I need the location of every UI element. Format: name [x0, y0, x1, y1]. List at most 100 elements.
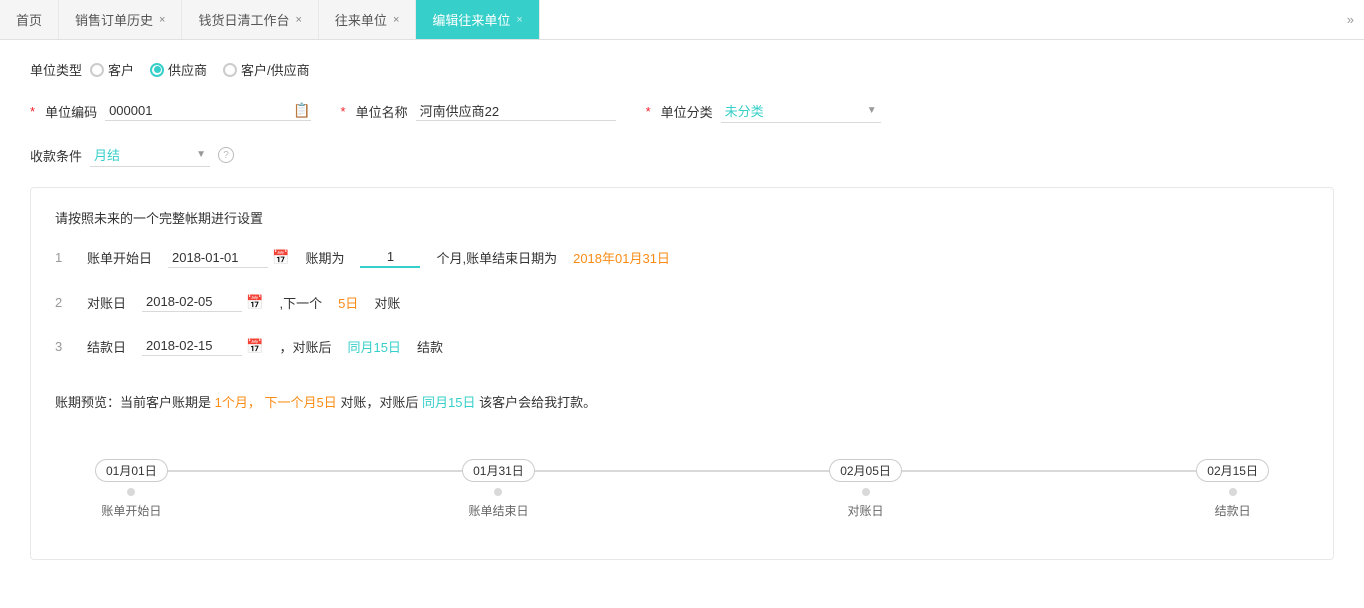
unit-name-label: 单位名称 [356, 102, 408, 121]
radio-circle-customer [90, 63, 104, 77]
tab-cash-ledger[interactable]: 钱货日清工作台 × [182, 0, 318, 39]
radio-label-both: 客户/供应商 [241, 60, 310, 79]
unit-class-value: 未分类 [725, 101, 863, 120]
preview-prefix: 账期预览：当前客户账期是 [55, 395, 211, 410]
setting-row-1: 1 账单开始日 📅 账期为 个月,账单结束日期为 2018年01月31日 [55, 247, 1309, 268]
date-input-2[interactable] [142, 292, 242, 312]
help-icon[interactable]: ? [218, 147, 234, 163]
timeline-points: 01月01日 账单开始日 01月31日 账单结束日 02月05日 对账日 02月… [95, 459, 1269, 519]
payment-label: 收款条件 [30, 146, 82, 165]
point-badge-2: 02月05日 [829, 459, 902, 482]
card-section: 请按照未来的一个完整帐期进行设置 1 账单开始日 📅 账期为 个月,账单结束日期… [30, 187, 1334, 560]
row-num-3: 3 [55, 339, 71, 354]
radio-label-customer: 客户 [108, 60, 134, 79]
row-label-3: 结款日 [87, 337, 126, 356]
unit-type-radio-group: 客户 供应商 客户/供应商 [90, 60, 310, 79]
unit-code-label: 单位编码 [45, 102, 97, 121]
payment-field: 收款条件 月结 ▼ ? [30, 143, 234, 167]
unit-type-row: 单位类型 客户 供应商 客户/供应商 [30, 60, 1334, 79]
tab-close-counterpart[interactable]: × [393, 14, 399, 26]
tab-counterpart[interactable]: 往来单位 × [319, 0, 416, 39]
unit-type-field: 单位类型 客户 供应商 客户/供应商 [30, 60, 310, 79]
unit-name-star: * [341, 104, 346, 119]
point-dot-0 [127, 488, 135, 496]
point-dot-3 [1229, 488, 1237, 496]
tab-close-sales-history[interactable]: × [159, 14, 165, 26]
calendar-icon-2[interactable]: 📅 [246, 294, 263, 311]
point-dot-1 [494, 488, 502, 496]
radio-circle-both [223, 63, 237, 77]
tab-close-edit-counterpart[interactable]: × [516, 14, 522, 26]
unit-code-star: * [30, 104, 35, 119]
unit-code-input-wrap: 📋 [105, 101, 310, 121]
date-input-wrap-1: 📅 [168, 248, 289, 268]
row-num-2: 2 [55, 295, 71, 310]
page-content: 单位类型 客户 供应商 客户/供应商 * 单位编码 [0, 40, 1364, 608]
preview-part2: 下一个月5日 [265, 395, 337, 410]
radio-both[interactable]: 客户/供应商 [223, 60, 310, 79]
tab-home[interactable]: 首页 [0, 0, 59, 39]
preview-text: 账期预览：当前客户账期是 1个月， 下一个月5日 对账，对账后 同月15日 该客… [55, 380, 1309, 431]
calendar-icon-3[interactable]: 📅 [246, 338, 263, 355]
unit-name-field: * 单位名称 [341, 101, 616, 121]
unit-code-copy-icon[interactable]: 📋 [293, 102, 310, 119]
chevron-down-icon: ▼ [867, 105, 877, 116]
radio-label-supplier: 供应商 [168, 60, 207, 79]
radio-circle-supplier [150, 63, 164, 77]
point-badge-0: 01月01日 [95, 459, 168, 482]
date-highlight-3: 同月15日 [347, 337, 400, 356]
setting-row-2: 2 对账日 📅 ,下一个 5日 对账 [55, 292, 1309, 312]
preview-suffix: 该客户会给我打款。 [479, 395, 596, 410]
payment-row: 收款条件 月结 ▼ ? [30, 143, 1334, 167]
unit-code-input[interactable] [105, 101, 289, 120]
point-badge-3: 02月15日 [1196, 459, 1269, 482]
timeline-point-2: 02月05日 对账日 [829, 459, 902, 519]
tab-close-cash-ledger[interactable]: × [295, 14, 301, 26]
unit-class-field: * 单位分类 未分类 ▼ [646, 99, 881, 123]
suffix-after-1: 个月,账单结束日期为 [436, 248, 557, 267]
date-input-wrap-3: 📅 [142, 336, 263, 356]
preview-middle: 对账，对账后 [340, 395, 418, 410]
date-input-3[interactable] [142, 336, 242, 356]
tabs-bar: 首页 销售订单历史 × 钱货日清工作台 × 往来单位 × 编辑往来单位 × » [0, 0, 1364, 40]
tabs-more-button[interactable]: » [1337, 0, 1364, 39]
unit-class-label: 单位分类 [661, 102, 713, 121]
row-num-1: 1 [55, 250, 71, 265]
point-dot-2 [862, 488, 870, 496]
point-label-2: 对账日 [848, 502, 884, 519]
unit-info-row: * 单位编码 📋 * 单位名称 * 单位分类 未分类 ▼ [30, 99, 1334, 123]
unit-code-field: * 单位编码 📋 [30, 101, 311, 121]
payment-select[interactable]: 月结 ▼ [90, 143, 210, 167]
suffix-before-1: 账期为 [305, 248, 344, 267]
date-input-1[interactable] [168, 248, 268, 268]
timeline-point-0: 01月01日 账单开始日 [95, 459, 168, 519]
suffix-after-2: 对账 [374, 293, 400, 312]
date-highlight-2: 5日 [338, 293, 358, 312]
row-label-2: 对账日 [87, 293, 126, 312]
suffix-after-3: 结款 [417, 337, 443, 356]
card-title: 请按照未来的一个完整帐期进行设置 [55, 208, 1309, 227]
payment-chevron-icon: ▼ [196, 149, 206, 160]
preview-part1: 1个月， [215, 395, 261, 410]
point-label-0: 账单开始日 [101, 502, 161, 519]
suffix-before-3: ，对账后 [279, 337, 331, 356]
payment-value: 月结 [94, 145, 192, 164]
radio-supplier[interactable]: 供应商 [150, 60, 207, 79]
tab-edit-counterpart[interactable]: 编辑往来单位 × [416, 0, 539, 39]
suffix-before-2: ,下一个 [279, 293, 322, 312]
unit-name-input[interactable] [416, 101, 616, 121]
unit-type-label: 单位类型 [30, 60, 82, 79]
row-label-1: 账单开始日 [87, 248, 152, 267]
unit-class-select[interactable]: 未分类 ▼ [721, 99, 881, 123]
calendar-icon-1[interactable]: 📅 [272, 249, 289, 266]
radio-customer[interactable]: 客户 [90, 60, 134, 79]
tab-sales-history[interactable]: 销售订单历史 × [59, 0, 182, 39]
preview-part3: 同月15日 [422, 395, 475, 410]
unit-class-star: * [646, 104, 651, 119]
point-badge-1: 01月31日 [462, 459, 535, 482]
timeline: 01月01日 账单开始日 01月31日 账单结束日 02月05日 对账日 02月… [55, 439, 1309, 539]
setting-row-3: 3 结款日 📅 ，对账后 同月15日 结款 [55, 336, 1309, 356]
period-input[interactable] [360, 247, 420, 268]
date-highlight-1: 2018年01月31日 [573, 248, 670, 267]
point-label-3: 结款日 [1215, 502, 1251, 519]
